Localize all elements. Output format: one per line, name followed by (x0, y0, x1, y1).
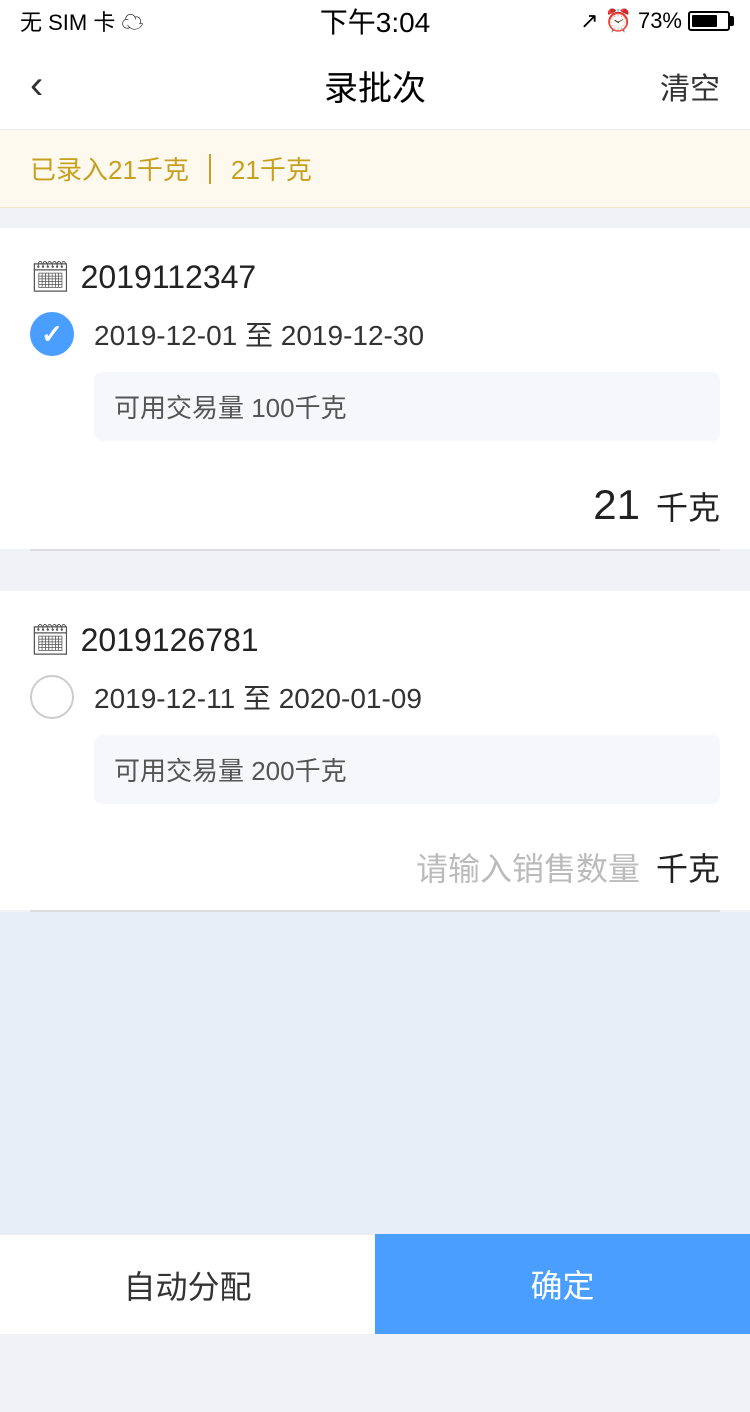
batch2-available: 可用交易量 200千克 (94, 735, 720, 804)
section-separator (0, 551, 750, 571)
batch2-id: 2019126781 (81, 622, 259, 659)
battery-percent: 73% (638, 8, 682, 34)
batch1-icon: 🗓 (30, 258, 71, 296)
batch2-icon: 🗓 (30, 621, 71, 659)
confirm-button[interactable]: 确定 (375, 1234, 750, 1334)
batch1-available: 可用交易量 100千克 (94, 372, 720, 441)
battery-icon (688, 11, 730, 31)
batch1-header: 🗓 2019112347 (30, 258, 720, 296)
clear-button[interactable]: 清空 (660, 64, 720, 108)
clock-icon: ⏰ (605, 8, 632, 34)
batch2-header: 🗓 2019126781 (30, 621, 720, 659)
info-bar: 已录入21千克 21千克 (0, 130, 750, 208)
info-amount: 21千克 (231, 150, 312, 187)
batch2-date: 2019-12-11 至 2020-01-09 (94, 677, 422, 717)
status-bar: 无 SIM 卡 ☁ 下午3:04 ↗ ⏰ 73% (0, 0, 750, 42)
status-time: 下午3:04 (320, 1, 431, 41)
batch2-unit: 千克 (656, 844, 720, 890)
batch1-card: 🗓 2019112347 2019-12-01 至 2019-12-30 可用交… (0, 228, 750, 471)
batch2-quantity-input[interactable] (220, 851, 640, 888)
batch2-radio[interactable] (30, 675, 74, 719)
info-divider (209, 154, 211, 184)
batch1-value: 21 (593, 481, 640, 529)
battery-fill (692, 15, 717, 27)
bottom-bar: 自动分配 确定 (0, 1234, 750, 1334)
auto-distribute-button[interactable]: 自动分配 (0, 1234, 375, 1334)
batch1-unit: 千克 (656, 483, 720, 529)
back-button[interactable]: ‹ (30, 63, 43, 108)
page-title: 录批次 (324, 61, 426, 110)
batch1-row: 2019-12-01 至 2019-12-30 (30, 312, 720, 356)
batch2-card: 🗓 2019126781 2019-12-11 至 2020-01-09 可用交… (0, 591, 750, 834)
sim-signal: 无 SIM 卡 ☁ (20, 5, 143, 37)
status-right: ↗ ⏰ 73% (580, 8, 730, 34)
batch1-radio[interactable] (30, 312, 74, 356)
batch1-date: 2019-12-01 至 2019-12-30 (94, 314, 424, 354)
status-left: 无 SIM 卡 ☁ (20, 5, 143, 37)
recorded-label: 已录入21千克 (30, 150, 189, 187)
batch1-id: 2019112347 (81, 259, 257, 296)
batch2-row: 2019-12-11 至 2020-01-09 (30, 675, 720, 719)
location-icon: ↗ (580, 8, 598, 34)
batch1-amount-row: 21 千克 (0, 471, 750, 549)
batch2-input-row: 千克 (0, 834, 750, 910)
nav-bar: ‹ 录批次 清空 (0, 42, 750, 130)
